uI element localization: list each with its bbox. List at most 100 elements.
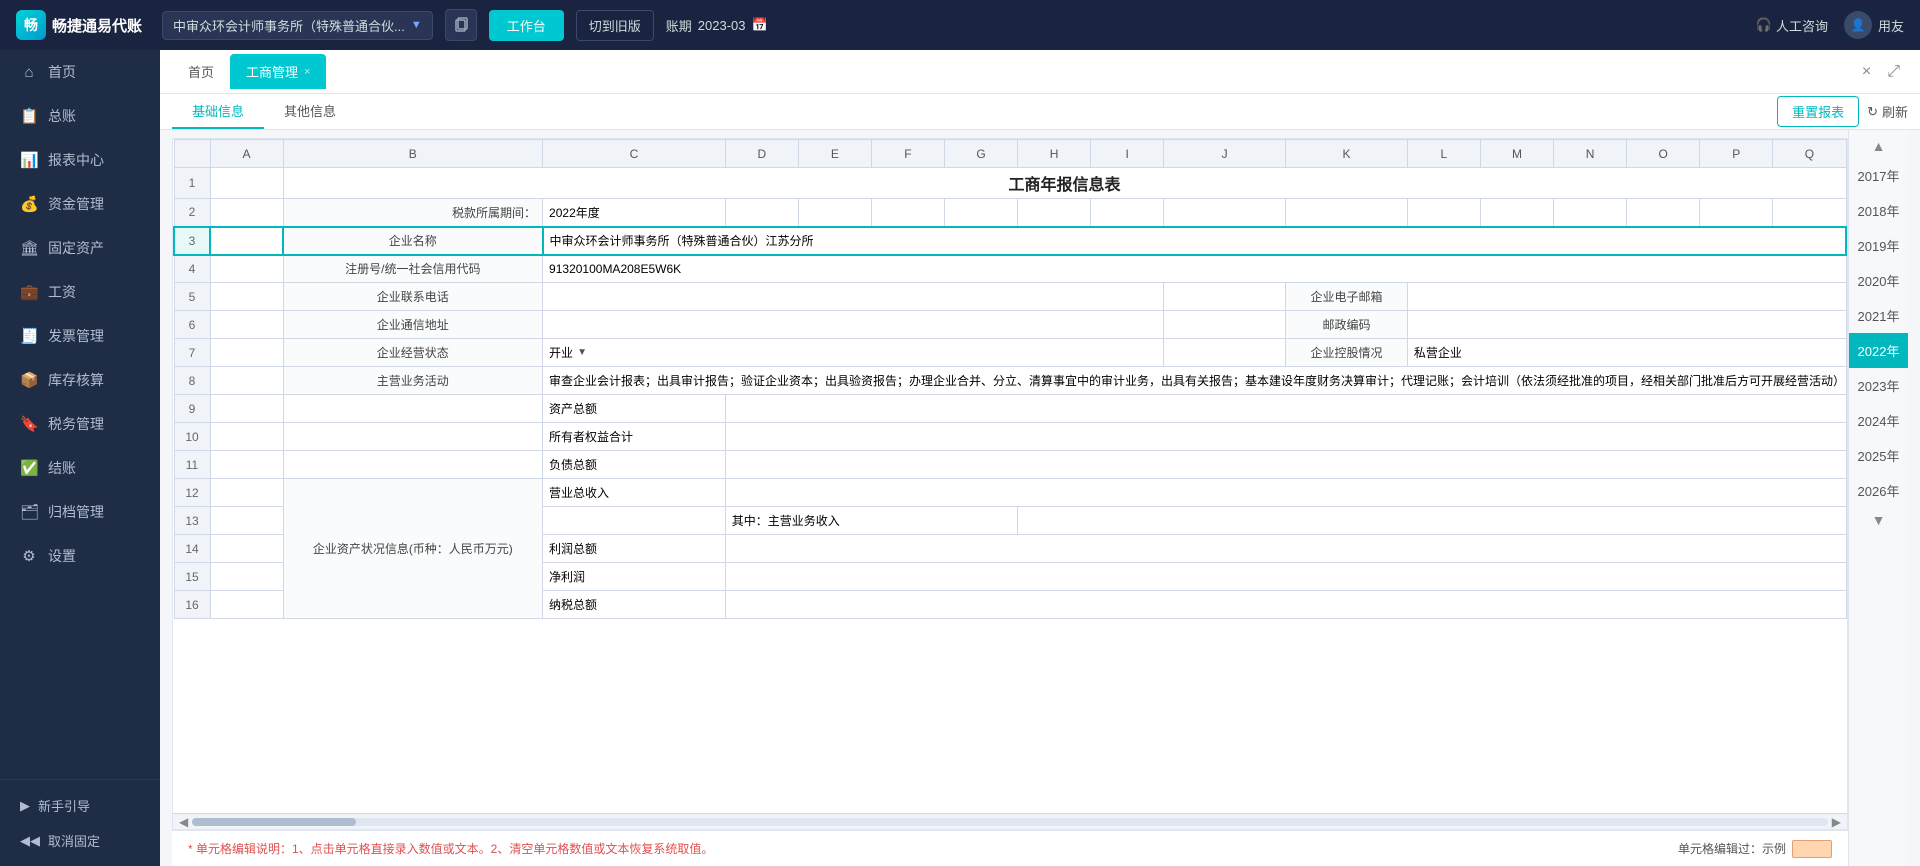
- company-selector[interactable]: 中审众环会计师事务所（特殊普通合伙... ▼: [162, 11, 433, 40]
- cell-9-c[interactable]: 资产总额: [543, 395, 726, 423]
- cell-7-j[interactable]: 企业控股情况: [1286, 339, 1408, 367]
- year-item-2026[interactable]: 2026年: [1849, 473, 1908, 508]
- cell-2-g[interactable]: [945, 199, 1018, 227]
- cell-2-n[interactable]: [1554, 199, 1627, 227]
- workbench-button[interactable]: 工作台: [489, 10, 564, 41]
- sheet-container[interactable]: A B C D E F G H I J: [173, 139, 1847, 813]
- cell-2-h[interactable]: [1018, 199, 1091, 227]
- cell-9-d[interactable]: [725, 395, 1846, 423]
- cell-2-i[interactable]: [1091, 199, 1164, 227]
- cell-11-d[interactable]: [725, 451, 1846, 479]
- cell-6-c[interactable]: [543, 311, 1164, 339]
- cell-12-c[interactable]: 营业总收入: [543, 479, 726, 507]
- cell-15-d[interactable]: [725, 563, 1846, 591]
- refresh-button[interactable]: ↻ 刷新: [1867, 96, 1908, 127]
- cell-2-o[interactable]: [1627, 199, 1700, 227]
- cell-15-a[interactable]: [210, 563, 283, 591]
- cell-2-c[interactable]: 2022年度: [543, 199, 726, 227]
- cell-2-p[interactable]: [1700, 199, 1773, 227]
- cell-2-j[interactable]: [1164, 199, 1286, 227]
- cell-7-b[interactable]: 企业经营状态: [283, 339, 542, 367]
- cell-11-a[interactable]: [210, 451, 283, 479]
- year-item-2024[interactable]: 2024年: [1849, 403, 1908, 438]
- sidebar-item-settings[interactable]: ⚙ 设置: [0, 534, 160, 578]
- cell-16-a[interactable]: [210, 591, 283, 619]
- user-area[interactable]: 👤 用友: [1844, 11, 1904, 39]
- year-item-2020[interactable]: 2020年: [1849, 263, 1908, 298]
- cell-13-c[interactable]: [543, 507, 726, 535]
- cell-2-m[interactable]: [1480, 199, 1553, 227]
- cell-12-b[interactable]: 企业资产状况信息(币种：人民币万元): [283, 479, 542, 619]
- sub-tab-other[interactable]: 其他信息: [264, 94, 356, 129]
- cell-11-c[interactable]: 负债总额: [543, 451, 726, 479]
- cell-1-a[interactable]: [210, 168, 283, 199]
- cell-4-a[interactable]: [210, 255, 283, 283]
- sidebar-item-ledger[interactable]: 📋 总账: [0, 94, 160, 138]
- cell-2-b[interactable]: 税款所属期间：: [283, 199, 542, 227]
- sidebar-item-inventory[interactable]: 📦 库存核算: [0, 358, 160, 402]
- scroll-left-icon[interactable]: ◀: [175, 815, 192, 829]
- year-item-2019[interactable]: 2019年: [1849, 228, 1908, 263]
- service-button[interactable]: 🎧 人工咨询: [1756, 16, 1828, 35]
- cell-5-i[interactable]: [1164, 283, 1286, 311]
- cell-13-a[interactable]: [210, 507, 283, 535]
- cell-2-e[interactable]: [798, 199, 871, 227]
- year-item-2023[interactable]: 2023年: [1849, 368, 1908, 403]
- cell-16-c[interactable]: 纳税总额: [543, 591, 726, 619]
- cell-3-c[interactable]: 中审众环会计师事务所（特殊普通合伙）江苏分所: [543, 227, 1846, 255]
- cell-6-j[interactable]: 邮政编码: [1286, 311, 1408, 339]
- cell-3-b[interactable]: 企业名称: [283, 227, 542, 255]
- sidebar-item-closing[interactable]: ✅ 结账: [0, 446, 160, 490]
- year-item-2022[interactable]: 2022年: [1849, 333, 1908, 368]
- sidebar-item-guide[interactable]: ▶ 新手引导: [0, 788, 160, 823]
- sidebar-item-home[interactable]: ⌂ 首页: [0, 50, 160, 94]
- cell-4-b[interactable]: 注册号/统一社会信用代码: [283, 255, 542, 283]
- tab-home[interactable]: 首页: [176, 54, 226, 89]
- cell-8-b[interactable]: 主营业务活动: [283, 367, 542, 395]
- cell-6-k[interactable]: [1407, 311, 1846, 339]
- cell-6-i[interactable]: [1164, 311, 1286, 339]
- cell-5-a[interactable]: [210, 283, 283, 311]
- cell-5-b[interactable]: 企业联系电话: [283, 283, 542, 311]
- cell-2-k[interactable]: [1286, 199, 1408, 227]
- copy-icon-button[interactable]: [445, 9, 477, 41]
- cell-10-c[interactable]: 所有者权益合计: [543, 423, 726, 451]
- tab-gongshang[interactable]: 工商管理 ×: [230, 54, 326, 89]
- tab-close-icon[interactable]: ×: [304, 66, 310, 78]
- switch-version-button[interactable]: 切到旧版: [576, 10, 654, 41]
- year-scroll-up-button[interactable]: ▲: [1849, 134, 1908, 158]
- sidebar-item-asset[interactable]: 🏛 固定资产: [0, 226, 160, 270]
- cell-6-a[interactable]: [210, 311, 283, 339]
- sidebar-item-archive[interactable]: 🗂 归档管理: [0, 490, 160, 534]
- cell-title[interactable]: 工商年报信息表: [283, 168, 1846, 199]
- cell-14-c[interactable]: 利润总额: [543, 535, 726, 563]
- cell-2-f[interactable]: [871, 199, 944, 227]
- year-item-2025[interactable]: 2025年: [1849, 438, 1908, 473]
- cell-7-k[interactable]: 私营企业: [1407, 339, 1846, 367]
- cell-2-l[interactable]: [1407, 199, 1480, 227]
- cell-10-d[interactable]: [725, 423, 1846, 451]
- cell-14-d[interactable]: [725, 535, 1846, 563]
- scroll-right-icon[interactable]: ▶: [1828, 815, 1845, 829]
- scrollbar-track[interactable]: [192, 818, 1828, 826]
- sidebar-item-salary[interactable]: 💼 工资: [0, 270, 160, 314]
- sidebar-item-report[interactable]: 📊 报表中心: [0, 138, 160, 182]
- cell-13-h[interactable]: [1018, 507, 1846, 535]
- sidebar-item-finance[interactable]: 💰 资金管理: [0, 182, 160, 226]
- cell-13-d[interactable]: 其中：主营业务收入: [725, 507, 1017, 535]
- sidebar-item-tax[interactable]: 🔖 税务管理: [0, 402, 160, 446]
- cell-14-a[interactable]: [210, 535, 283, 563]
- year-item-2021[interactable]: 2021年: [1849, 298, 1908, 333]
- cell-2-d[interactable]: [725, 199, 798, 227]
- cell-6-b[interactable]: 企业通信地址: [283, 311, 542, 339]
- cell-9-a[interactable]: [210, 395, 283, 423]
- horizontal-scrollbar[interactable]: ◀ ▶: [173, 813, 1847, 829]
- tab-expand-button[interactable]: ⤢: [1883, 59, 1904, 85]
- cell-7-i[interactable]: [1164, 339, 1286, 367]
- sidebar-item-invoice[interactable]: 🧾 发票管理: [0, 314, 160, 358]
- cell-9-b[interactable]: [283, 395, 542, 423]
- cell-15-c[interactable]: 净利润: [543, 563, 726, 591]
- cell-16-d[interactable]: [725, 591, 1846, 619]
- cell-2-q[interactable]: [1773, 199, 1846, 227]
- cell-5-c[interactable]: [543, 283, 1164, 311]
